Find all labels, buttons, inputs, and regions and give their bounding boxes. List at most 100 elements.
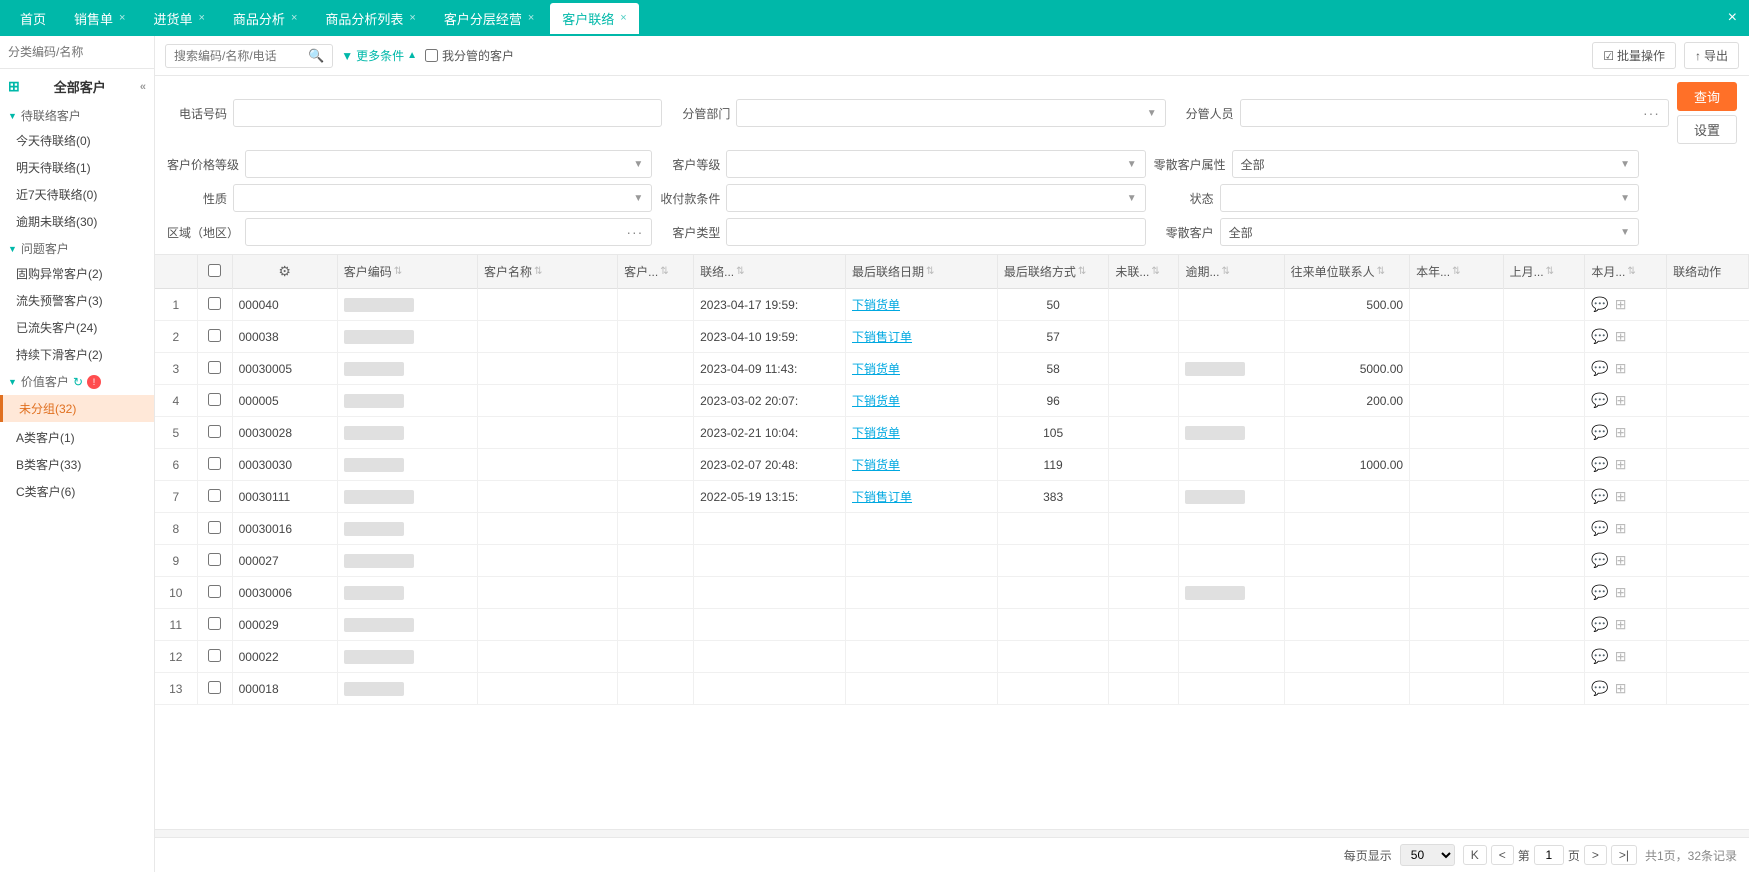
row-checkbox[interactable] xyxy=(208,681,221,694)
row-checkbox[interactable] xyxy=(208,393,221,406)
cell-last-contact-method[interactable] xyxy=(846,545,998,577)
cell-checkbox[interactable] xyxy=(197,481,232,513)
select-all-checkbox[interactable] xyxy=(208,264,221,277)
grid-action-icon[interactable]: ⊞ xyxy=(1615,296,1627,313)
nature-select[interactable]: ▼ xyxy=(233,184,652,212)
cell-last-contact-method[interactable]: 下销货单 xyxy=(846,289,998,321)
row-checkbox[interactable] xyxy=(208,425,221,438)
nav-sales-order[interactable]: 销售单 × xyxy=(62,3,137,34)
close-customer-tier[interactable]: × xyxy=(528,12,534,24)
last-page-btn[interactable]: >| xyxy=(1611,845,1637,865)
chat-icon[interactable]: 💬 xyxy=(1591,296,1608,313)
cell-last-contact-method[interactable] xyxy=(846,513,998,545)
sidebar-item-class-b[interactable]: B类客户(33) xyxy=(0,451,154,478)
my-customers-checkbox-label[interactable]: 我分管的客户 xyxy=(425,47,514,64)
query-button[interactable]: 查询 xyxy=(1677,82,1737,111)
col-header-contact[interactable]: 联络... ⇅ xyxy=(694,255,846,289)
cell-last-contact-method[interactable] xyxy=(846,673,998,705)
row-checkbox[interactable] xyxy=(208,617,221,630)
dots-icon[interactable]: ··· xyxy=(1643,105,1660,121)
retail-attr-select[interactable]: 全部 ▼ xyxy=(1232,150,1639,178)
sidebar-item-loss-predicted[interactable]: 流失预警客户(3) xyxy=(0,287,154,314)
nav-product-analysis-list[interactable]: 商品分析列表 × xyxy=(313,3,427,34)
region-select[interactable]: ··· xyxy=(245,218,652,246)
page-size-select[interactable]: 50 10 20 100 xyxy=(1400,844,1455,866)
chat-icon[interactable]: 💬 xyxy=(1591,584,1608,601)
global-close-button[interactable]: × xyxy=(1724,5,1741,31)
last-contact-link[interactable]: 下销货单 xyxy=(852,426,900,440)
grid-action-icon[interactable]: ⊞ xyxy=(1615,520,1627,537)
search-box[interactable]: 🔍 xyxy=(165,44,333,68)
nav-product-analysis[interactable]: 商品分析 × xyxy=(221,3,309,34)
row-checkbox[interactable] xyxy=(208,649,221,662)
row-checkbox[interactable] xyxy=(208,521,221,534)
cell-checkbox[interactable] xyxy=(197,609,232,641)
col-header-settings[interactable]: ⚙ xyxy=(232,255,337,289)
sidebar-group-value[interactable]: ▼ 价值客户 ↻ ! xyxy=(0,368,154,393)
col-header-name[interactable]: 客户名称 ⇅ xyxy=(477,255,617,289)
cell-last-contact-method[interactable]: 下销货单 xyxy=(846,417,998,449)
grid-action-icon[interactable]: ⊞ xyxy=(1615,424,1627,441)
nav-customer-tier[interactable]: 客户分层经营 × xyxy=(432,3,546,34)
chat-icon[interactable]: 💬 xyxy=(1591,616,1608,633)
sidebar-collapse-btn[interactable]: « xyxy=(140,81,146,93)
chat-icon[interactable]: 💬 xyxy=(1591,552,1608,569)
prev-page-btn[interactable]: < xyxy=(1491,845,1514,865)
search-input[interactable] xyxy=(174,49,304,63)
chat-icon[interactable]: 💬 xyxy=(1591,328,1608,345)
cell-last-contact-method[interactable] xyxy=(846,641,998,673)
chat-icon[interactable]: 💬 xyxy=(1591,488,1608,505)
row-checkbox[interactable] xyxy=(208,361,221,374)
cell-checkbox[interactable] xyxy=(197,577,232,609)
col-header-last-month[interactable]: 上月... ⇅ xyxy=(1503,255,1585,289)
col-header-code[interactable]: 客户编码 ⇅ xyxy=(337,255,477,289)
grid-action-icon[interactable]: ⊞ xyxy=(1615,392,1627,409)
close-product-analysis-list[interactable]: × xyxy=(409,12,415,24)
col-header-checkbox[interactable] xyxy=(197,255,232,289)
grid-action-icon[interactable]: ⊞ xyxy=(1615,488,1627,505)
cell-checkbox[interactable] xyxy=(197,545,232,577)
dots-icon2[interactable]: ··· xyxy=(626,224,643,240)
dept-select[interactable]: ▼ xyxy=(736,99,1165,127)
sidebar-item-tomorrow[interactable]: 明天待联络(1) xyxy=(0,154,154,181)
row-checkbox[interactable] xyxy=(208,489,221,502)
my-customers-checkbox[interactable] xyxy=(425,49,438,62)
cell-checkbox[interactable] xyxy=(197,321,232,353)
close-sales-order[interactable]: × xyxy=(119,12,125,24)
batch-operation-btn[interactable]: ☑ 批量操作 xyxy=(1592,42,1676,69)
cell-last-contact-method[interactable]: 下销货单 xyxy=(846,353,998,385)
col-header-customer-type[interactable]: 客户... ⇅ xyxy=(618,255,694,289)
col-header-last-contact-date[interactable]: 最后联络日期 ⇅ xyxy=(846,255,998,289)
row-checkbox[interactable] xyxy=(208,585,221,598)
next-page-btn[interactable]: > xyxy=(1584,845,1607,865)
refresh-icon[interactable]: ↻ xyxy=(73,375,83,389)
col-header-no-contact[interactable]: 未联... ⇅ xyxy=(1109,255,1179,289)
row-checkbox[interactable] xyxy=(208,457,221,470)
cell-checkbox[interactable] xyxy=(197,449,232,481)
close-customer-contact[interactable]: × xyxy=(620,12,626,24)
sidebar-item-class-c[interactable]: C类客户(6) xyxy=(0,478,154,505)
chat-icon[interactable]: 💬 xyxy=(1591,456,1608,473)
row-checkbox[interactable] xyxy=(208,553,221,566)
status-select[interactable]: ▼ xyxy=(1220,184,1639,212)
cell-checkbox[interactable] xyxy=(197,353,232,385)
sidebar-item-lost[interactable]: 已流失客户(24) xyxy=(0,314,154,341)
grid-action-icon[interactable]: ⊞ xyxy=(1615,360,1627,377)
customer-type-input[interactable] xyxy=(726,218,1145,246)
close-purchase-order[interactable]: × xyxy=(198,12,204,24)
grid-action-icon[interactable]: ⊞ xyxy=(1615,680,1627,697)
col-header-this-year[interactable]: 本年... ⇅ xyxy=(1410,255,1503,289)
cell-last-contact-method[interactable]: 下销货单 xyxy=(846,385,998,417)
grid-action-icon[interactable]: ⊞ xyxy=(1615,552,1627,569)
sidebar-group-pending[interactable]: ▼ 待联络客户 xyxy=(0,102,154,127)
close-product-analysis[interactable]: × xyxy=(291,12,297,24)
nav-purchase-order[interactable]: 进货单 × xyxy=(141,3,216,34)
nav-home[interactable]: 首页 xyxy=(8,3,58,34)
row-checkbox[interactable] xyxy=(208,297,221,310)
col-header-contacts-person[interactable]: 往来单位联系人 ⇅ xyxy=(1284,255,1409,289)
last-contact-link[interactable]: 下销货单 xyxy=(852,394,900,408)
last-contact-link[interactable]: 下销售订单 xyxy=(852,330,912,344)
cell-checkbox[interactable] xyxy=(197,417,232,449)
grid-action-icon[interactable]: ⊞ xyxy=(1615,328,1627,345)
cell-checkbox[interactable] xyxy=(197,673,232,705)
